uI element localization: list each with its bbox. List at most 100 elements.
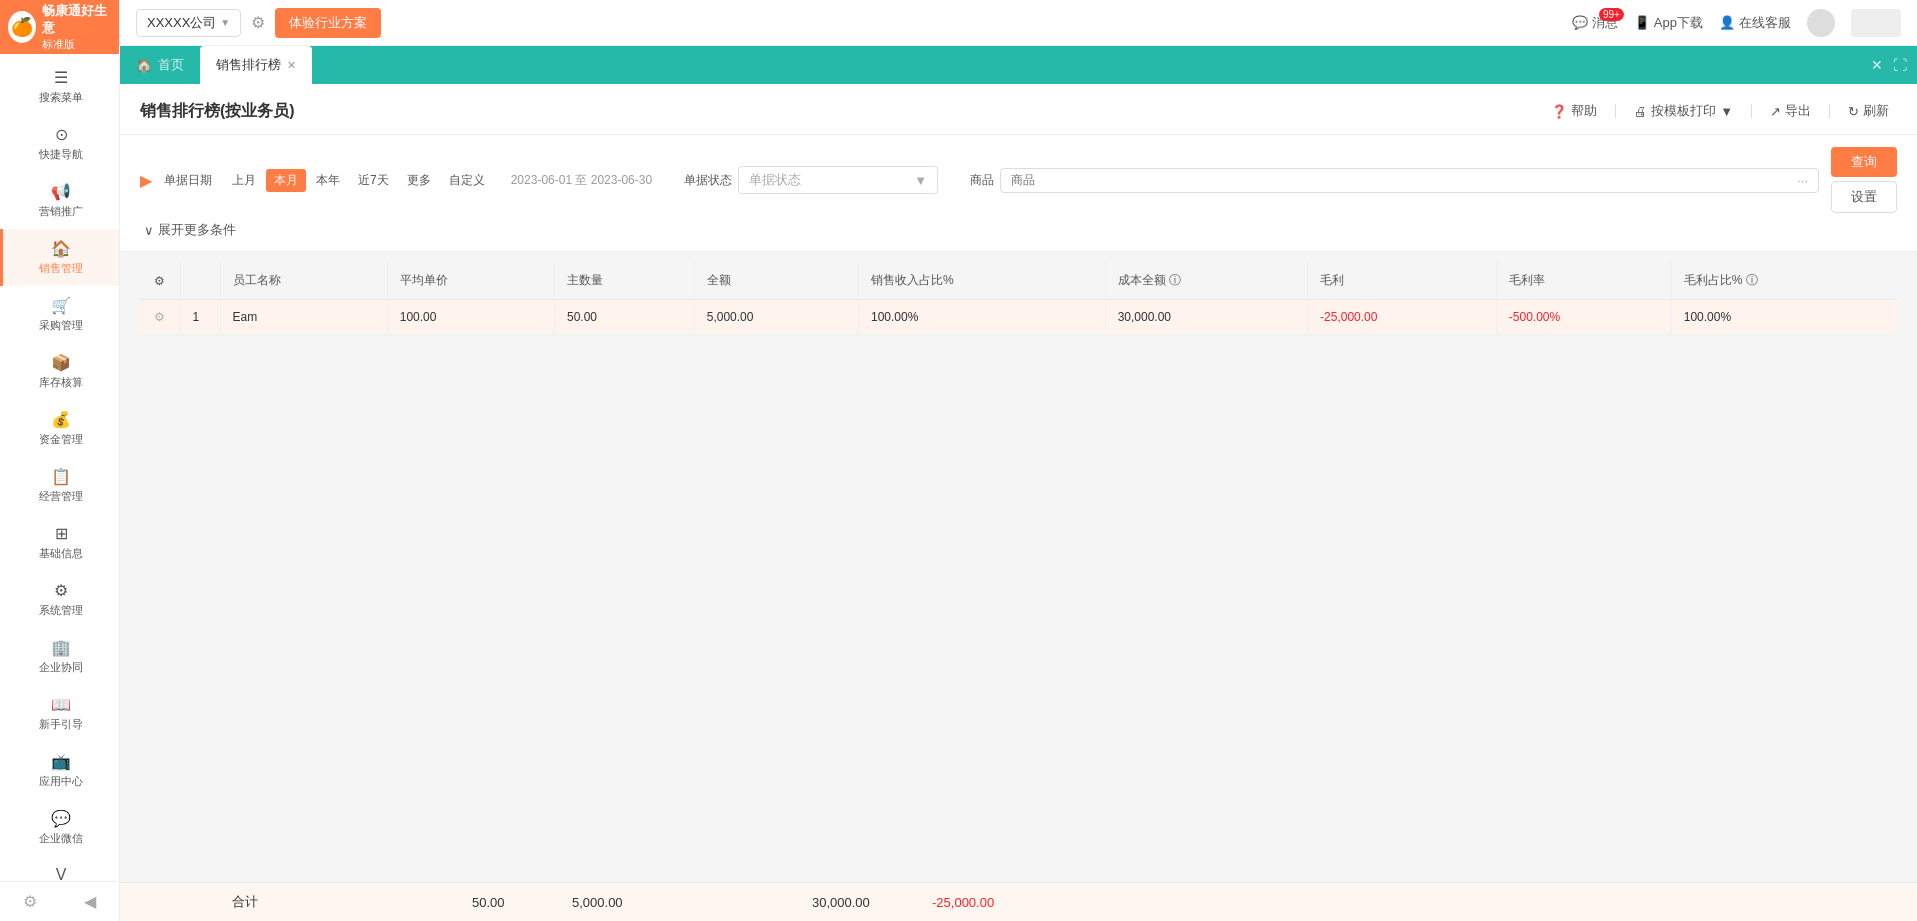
col-cost: 成本全额 ⓘ (1105, 262, 1307, 300)
apps-icon: 📺 (51, 752, 71, 771)
sidebar-item-operation[interactable]: 📋经营管理 (0, 457, 119, 514)
row-avg-price-0: 100.00 (387, 300, 554, 335)
footer-amount: 5,000.00 (572, 895, 623, 910)
sidebar-item-label-guide: 新手引导 (39, 717, 83, 732)
sidebar-item-sales[interactable]: 🏠销售管理 (0, 229, 119, 286)
sidebar-item-label-wechat: 企业微信 (39, 831, 83, 846)
goods-label: 商品 (970, 172, 994, 189)
table-footer: 合计 50.00 5,000.00 30,000.00 -25,000.00 (120, 882, 1917, 921)
date-tab-year[interactable]: 本年 (308, 169, 348, 192)
tab-close-icon[interactable]: ✕ (287, 59, 296, 72)
sidebar-item-apps[interactable]: 📺应用中心 (0, 742, 119, 799)
refresh-icon: ↻ (1848, 104, 1859, 119)
status-label: 单据状态 (684, 172, 732, 189)
page-title: 销售排行榜(按业务员) (140, 101, 295, 122)
tab-bar-close-btn[interactable]: ✕ (1871, 57, 1883, 73)
query-button[interactable]: 查询 (1831, 147, 1897, 177)
company-selector[interactable]: XXXXX公司 ▼ (136, 9, 241, 37)
sidebar-item-collab[interactable]: 🏢企业协同 (0, 628, 119, 685)
date-tab-prev[interactable]: 上月 (224, 169, 264, 192)
help-icon: ❓ (1551, 104, 1567, 119)
sidebar-item-label-purchase: 采购管理 (39, 318, 83, 333)
print-btn[interactable]: 🖨 按模板打印 ▼ (1626, 98, 1741, 124)
date-tab-custom[interactable]: 自定义 (441, 169, 493, 192)
sidebar-item-purchase[interactable]: 🛒采购管理 (0, 286, 119, 343)
export-btn[interactable]: ↗ 导出 (1762, 98, 1819, 124)
message-btn[interactable]: 💬 消息 99+ (1572, 14, 1618, 32)
filter-toggle-icon[interactable]: ▶ (140, 171, 152, 190)
date-range: 2023-06-01 至 2023-06-30 (511, 172, 652, 189)
online-service-btn[interactable]: 👤 在线客服 (1719, 14, 1791, 32)
tab-home[interactable]: 🏠 首页 (120, 46, 200, 84)
tab-bar-expand-btn[interactable]: ⛶ (1893, 57, 1907, 73)
sidebar-item-guide[interactable]: 📖新手引导 (0, 685, 119, 742)
col-name: 员工名称 (220, 262, 387, 300)
sidebar-item-label-inventory: 库存核算 (39, 375, 83, 390)
trial-button[interactable]: 体验行业方案 (275, 8, 381, 38)
expand-btn[interactable]: ∨ 展开更多条件 (140, 221, 1897, 239)
sidebar-collapse-btn[interactable]: ◀ (84, 892, 96, 911)
print-icon: 🖨 (1634, 104, 1647, 119)
message-badge: 99+ (1599, 8, 1624, 21)
date-tab-curr[interactable]: 本月 (266, 169, 306, 192)
sidebar-item-label-search: 搜索菜单 (39, 90, 83, 105)
divider1 (1615, 104, 1616, 118)
sidebar-item-vip[interactable]: V畅会员 (0, 856, 119, 881)
inventory-icon: 📦 (51, 353, 71, 372)
goods-more-icon[interactable]: ··· (1797, 173, 1808, 188)
filter-bar: ▶ 单据日期 上月本月本年近7天更多自定义 2023-06-01 至 2023-… (120, 135, 1917, 252)
sidebar-item-system[interactable]: ⚙系统管理 (0, 571, 119, 628)
date-tabs: 上月本月本年近7天更多自定义 (224, 169, 493, 192)
logo-subtitle: 标准版 (42, 37, 111, 51)
sidebar-item-search[interactable]: ☰搜索菜单 (0, 58, 119, 115)
footer-name-cell: 合计 (220, 893, 360, 911)
goods-input[interactable] (1011, 173, 1797, 187)
row-cost-0: 30,000.00 (1105, 300, 1307, 335)
footer-label: 合计 (232, 894, 258, 909)
tab-bar-right: ✕ ⛶ (1871, 57, 1917, 73)
settings-button[interactable]: 设置 (1831, 181, 1897, 213)
top-header: XXXXX公司 ▼ ⚙ 体验行业方案 💬 消息 99+ 📱 App下载 👤 在线… (120, 0, 1917, 46)
sidebar-item-wechat[interactable]: 💬 企业微信 (0, 799, 119, 856)
col-settings[interactable]: ⚙ (140, 262, 180, 300)
col-profit: 毛利 (1308, 262, 1497, 300)
logo-title: 畅康通好生意 (42, 3, 111, 37)
date-tab-7days[interactable]: 近7天 (350, 169, 397, 192)
content: 销售排行榜(按业务员) ❓ 帮助 🖨 按模板打印 ▼ ↗ 导出 (120, 84, 1917, 921)
user-avatar[interactable] (1807, 9, 1835, 37)
tab-sales-rank[interactable]: 销售排行榜 ✕ (200, 46, 312, 84)
home-icon: 🏠 (136, 58, 152, 73)
row-amount-0: 5,000.00 (694, 300, 858, 335)
divider3 (1829, 104, 1830, 118)
sidebar-settings-btn[interactable]: ⚙ (23, 892, 37, 911)
service-label: 在线客服 (1739, 14, 1791, 32)
app-download-btn[interactable]: 📱 App下载 (1634, 14, 1703, 32)
tab-sales-rank-label: 销售排行榜 (216, 56, 281, 74)
sidebar-item-inventory[interactable]: 📦 库存核算 (0, 343, 119, 400)
date-tab-more[interactable]: 更多 (399, 169, 439, 192)
sidebar-item-marketing[interactable]: 📢营销推广 (0, 172, 119, 229)
wechat-icon: 💬 (51, 809, 71, 828)
tab-bar: 🏠 首页 销售排行榜 ✕ ✕ ⛶ (120, 46, 1917, 84)
app-label: App下载 (1654, 14, 1703, 32)
sidebar-logo: 🍊 畅康通好生意 标准版 (0, 0, 119, 54)
filter-btn-group: 查询 设置 (1831, 147, 1897, 213)
status-select[interactable]: 单据状态 ▼ (738, 166, 938, 194)
col-sales-ratio: 销售收入占比% (859, 262, 1106, 300)
row-qty-0: 50.00 (554, 300, 694, 335)
header-settings-icon[interactable]: ⚙ (251, 13, 265, 32)
page-header: 销售排行榜(按业务员) ❓ 帮助 🖨 按模板打印 ▼ ↗ 导出 (120, 84, 1917, 135)
sidebar-footer: ⚙ ◀ (0, 881, 119, 921)
footer-qty-cell: 50.00 (460, 895, 560, 910)
sidebar-item-basic[interactable]: ⊞基础信息 (0, 514, 119, 571)
sidebar-item-quick[interactable]: ⊙快捷导航 (0, 115, 119, 172)
sidebar-item-finance[interactable]: 💰资金管理 (0, 400, 119, 457)
expand-label: 展开更多条件 (158, 221, 236, 239)
main: XXXXX公司 ▼ ⚙ 体验行业方案 💬 消息 99+ 📱 App下载 👤 在线… (120, 0, 1917, 921)
col-qty: 主数量 (554, 262, 694, 300)
help-btn[interactable]: ❓ 帮助 (1543, 98, 1605, 124)
table-wrap: ⚙ 员工名称 平均单价 主数量 全额 销售收入占比% 成本全额 ⓘ 毛利 毛利率… (120, 252, 1917, 882)
refresh-btn[interactable]: ↻ 刷新 (1840, 98, 1897, 124)
goods-input-wrap: ··· (1000, 168, 1819, 193)
row-settings-0[interactable]: ⚙ (140, 300, 180, 335)
